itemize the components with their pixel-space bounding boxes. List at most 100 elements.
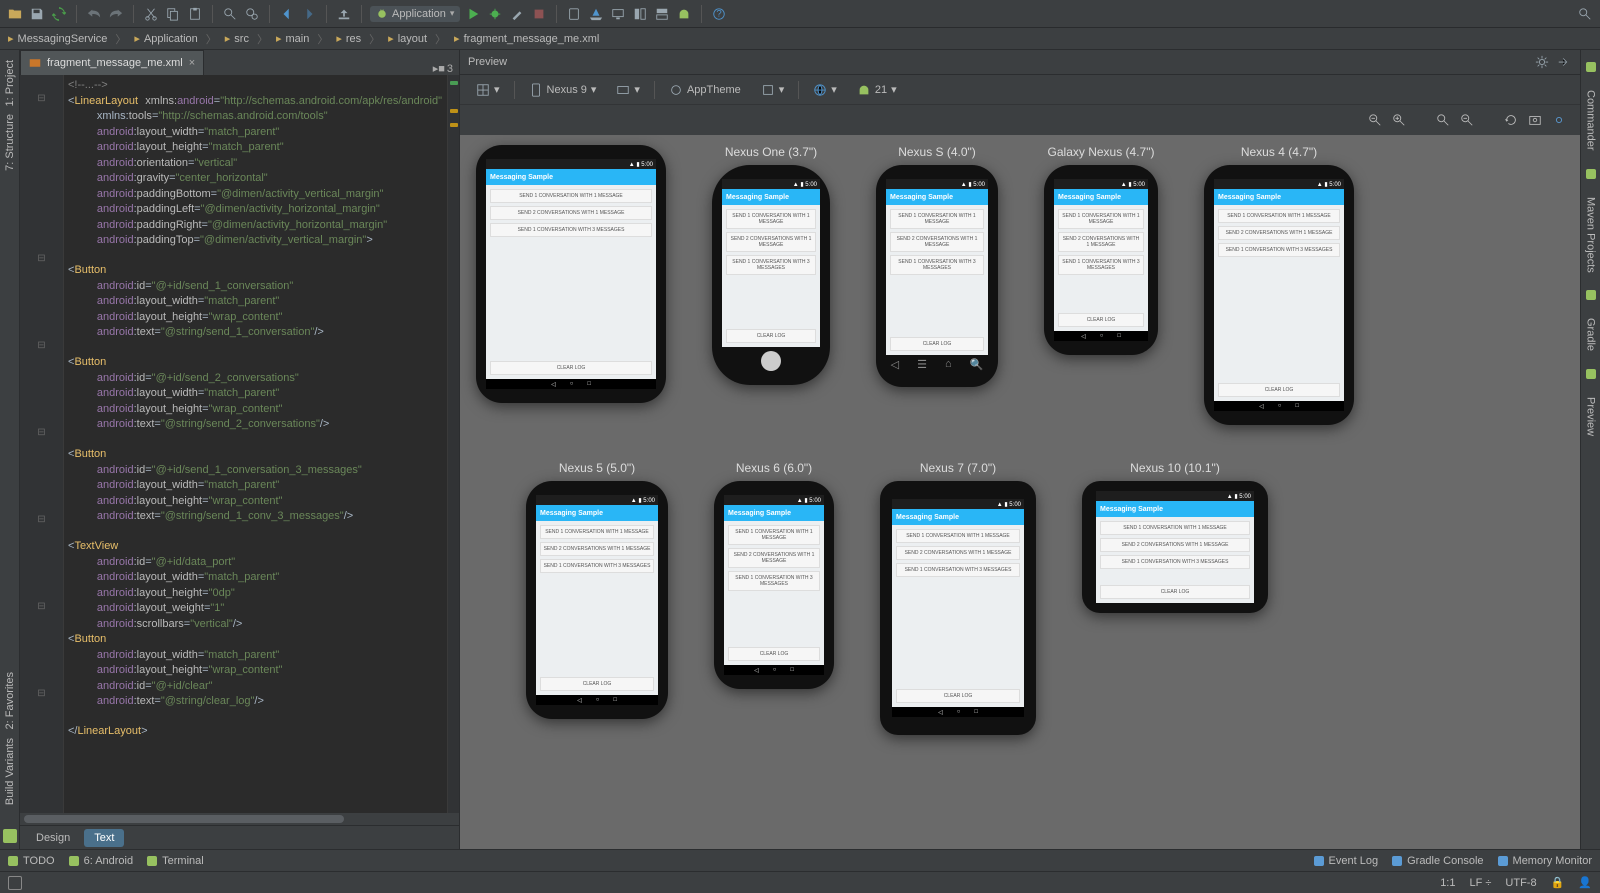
zoom-actual-icon[interactable] bbox=[1458, 111, 1476, 129]
bottom-tool[interactable]: Terminal bbox=[147, 855, 204, 867]
tool-tab[interactable]: Maven Projects bbox=[1585, 193, 1597, 277]
sync-icon[interactable] bbox=[50, 5, 68, 23]
breadcrumb-item[interactable]: ▸ fragment_message_me.xml bbox=[454, 32, 599, 45]
encoding[interactable]: UTF-8 bbox=[1505, 877, 1536, 889]
editor-mini-icons[interactable]: ▸■ 3 bbox=[427, 62, 459, 75]
android-icon[interactable] bbox=[675, 5, 693, 23]
close-tab-icon[interactable]: × bbox=[189, 57, 195, 69]
api-selector[interactable]: 21▾ bbox=[851, 81, 903, 99]
avd-icon[interactable] bbox=[565, 5, 583, 23]
breadcrumb-item[interactable]: ▸ MessagingService bbox=[8, 32, 107, 45]
gutter[interactable]: ⊟⊟⊟⊟⊟⊟⊟ bbox=[20, 75, 64, 813]
device-preview[interactable]: Nexus 5 (5.0")▲ ▮ 5:00Messaging SampleSE… bbox=[526, 461, 668, 719]
preview2-icon[interactable] bbox=[653, 5, 671, 23]
bottom-tool[interactable]: 6: Android bbox=[69, 855, 134, 867]
redo-icon[interactable] bbox=[107, 5, 125, 23]
help-icon[interactable]: ? bbox=[710, 5, 728, 23]
debug-icon[interactable] bbox=[486, 5, 504, 23]
palette-icon[interactable]: ▾ bbox=[470, 81, 506, 99]
line-ending[interactable]: LF ÷ bbox=[1469, 877, 1491, 889]
locale-selector[interactable]: ▾ bbox=[807, 81, 843, 99]
theme-selector[interactable]: AppTheme bbox=[663, 81, 747, 99]
editor-tab[interactable]: fragment_message_me.xml × bbox=[20, 50, 204, 75]
tool-tab[interactable]: 2: Favorites bbox=[4, 668, 16, 733]
run-icon[interactable] bbox=[464, 5, 482, 23]
breadcrumb-item[interactable]: ▸ res bbox=[336, 32, 361, 45]
bottom-tool[interactable]: Gradle Console bbox=[1392, 855, 1483, 867]
android-facet-icon[interactable] bbox=[3, 829, 17, 843]
tool-tab-icon[interactable] bbox=[1584, 288, 1598, 302]
stop-icon[interactable] bbox=[530, 5, 548, 23]
refresh-icon[interactable] bbox=[1502, 111, 1520, 129]
bottom-tool[interactable]: Memory Monitor bbox=[1498, 855, 1592, 867]
device-preview[interactable]: Galaxy Nexus (4.7")▲ ▮ 5:00Messaging Sam… bbox=[1044, 145, 1158, 355]
screenshot-icon[interactable] bbox=[1526, 111, 1544, 129]
text-tab[interactable]: Text bbox=[84, 829, 124, 847]
tool-tab[interactable]: Preview bbox=[1585, 393, 1597, 440]
tool-tab[interactable]: Commander bbox=[1585, 86, 1597, 155]
device-label: Nexus S (4.0") bbox=[898, 145, 976, 159]
tool-tab[interactable]: 1: Project bbox=[4, 56, 16, 110]
activity-selector[interactable]: ▾ bbox=[755, 81, 791, 99]
zoom-out-icon[interactable] bbox=[1366, 111, 1384, 129]
editor-hscroll[interactable] bbox=[20, 813, 459, 825]
make-icon[interactable] bbox=[335, 5, 353, 23]
cut-icon[interactable] bbox=[142, 5, 160, 23]
breadcrumb-item[interactable]: ▸ layout bbox=[388, 32, 427, 45]
hector-icon[interactable]: 👤 bbox=[1578, 876, 1592, 889]
forward-icon[interactable] bbox=[300, 5, 318, 23]
zoom-in-icon[interactable] bbox=[1390, 111, 1408, 129]
tool-tab[interactable]: Build Variants bbox=[4, 734, 16, 809]
design-tab[interactable]: Design bbox=[26, 829, 80, 847]
device-label: Nexus 6 (6.0") bbox=[736, 461, 812, 475]
memory-indicator-icon[interactable] bbox=[8, 876, 22, 890]
breadcrumb-item[interactable]: ▸ main bbox=[276, 32, 309, 45]
gear-icon[interactable] bbox=[1534, 54, 1550, 70]
main-toolbar: Application▾ ? bbox=[0, 0, 1600, 28]
right-tool-strip: Commander Maven Projects Gradle Preview bbox=[1580, 50, 1600, 849]
sdk-icon[interactable] bbox=[587, 5, 605, 23]
paste-icon[interactable] bbox=[186, 5, 204, 23]
tool-tab-icon[interactable] bbox=[1584, 167, 1598, 181]
bottom-tool[interactable]: Event Log bbox=[1314, 855, 1379, 867]
editor-tabbar: fragment_message_me.xml × ▸■ 3 bbox=[20, 50, 459, 75]
bottom-tool-bar: TODO 6: Android Terminal Event Log Gradle Co… bbox=[0, 849, 1600, 871]
search-everywhere-icon[interactable] bbox=[1576, 5, 1594, 23]
bottom-tool[interactable]: TODO bbox=[8, 855, 55, 867]
tool-tab[interactable]: 7: Structure bbox=[4, 110, 16, 175]
device-label: Nexus 10 (10.1") bbox=[1130, 461, 1220, 475]
preview-canvas[interactable]: ▲ ▮ 5:00Messaging SampleSEND 1 CONVERSAT… bbox=[460, 135, 1580, 849]
device-preview[interactable]: Nexus S (4.0")▲ ▮ 5:00Messaging SampleSE… bbox=[876, 145, 998, 387]
device-preview[interactable]: Nexus One (3.7")▲ ▮ 5:00Messaging Sample… bbox=[712, 145, 830, 385]
breadcrumb-item[interactable]: ▸ Application bbox=[134, 32, 197, 45]
tool-tab[interactable]: Gradle bbox=[1585, 314, 1597, 355]
replace-icon[interactable] bbox=[243, 5, 261, 23]
copy-icon[interactable] bbox=[164, 5, 182, 23]
preview1-icon[interactable] bbox=[631, 5, 649, 23]
error-stripe[interactable] bbox=[447, 75, 459, 813]
device-label: Galaxy Nexus (4.7") bbox=[1048, 145, 1155, 159]
save-icon[interactable] bbox=[28, 5, 46, 23]
undo-icon[interactable] bbox=[85, 5, 103, 23]
breadcrumb-item[interactable]: ▸ src bbox=[225, 32, 249, 45]
settings2-icon[interactable] bbox=[1550, 111, 1568, 129]
orientation-selector[interactable]: ▾ bbox=[610, 81, 646, 99]
ddms-icon[interactable] bbox=[609, 5, 627, 23]
device-preview[interactable]: Nexus 10 (10.1")▲ ▮ 5:00Messaging Sample… bbox=[1082, 461, 1268, 613]
lock-icon[interactable]: 🔒 bbox=[1551, 876, 1565, 889]
zoom-fit-icon[interactable] bbox=[1434, 111, 1452, 129]
run-config-selector[interactable]: Application▾ bbox=[370, 6, 460, 22]
device-preview[interactable]: ▲ ▮ 5:00Messaging SampleSEND 1 CONVERSAT… bbox=[476, 145, 666, 403]
device-preview[interactable]: Nexus 4 (4.7")▲ ▮ 5:00Messaging SampleSE… bbox=[1204, 145, 1354, 425]
back-icon[interactable] bbox=[278, 5, 296, 23]
attach-icon[interactable] bbox=[508, 5, 526, 23]
open-icon[interactable] bbox=[6, 5, 24, 23]
code-editor[interactable]: <!--...--> <LinearLayout xmlns:android="… bbox=[64, 75, 447, 813]
tool-tab-icon[interactable] bbox=[1584, 60, 1598, 74]
device-selector[interactable]: Nexus 9▾ bbox=[523, 81, 603, 99]
find-icon[interactable] bbox=[221, 5, 239, 23]
tool-tab-icon[interactable] bbox=[1584, 367, 1598, 381]
device-preview[interactable]: Nexus 7 (7.0")▲ ▮ 5:00Messaging SampleSE… bbox=[880, 461, 1036, 735]
device-preview[interactable]: Nexus 6 (6.0")▲ ▮ 5:00Messaging SampleSE… bbox=[714, 461, 834, 689]
hide-icon[interactable] bbox=[1556, 54, 1572, 70]
